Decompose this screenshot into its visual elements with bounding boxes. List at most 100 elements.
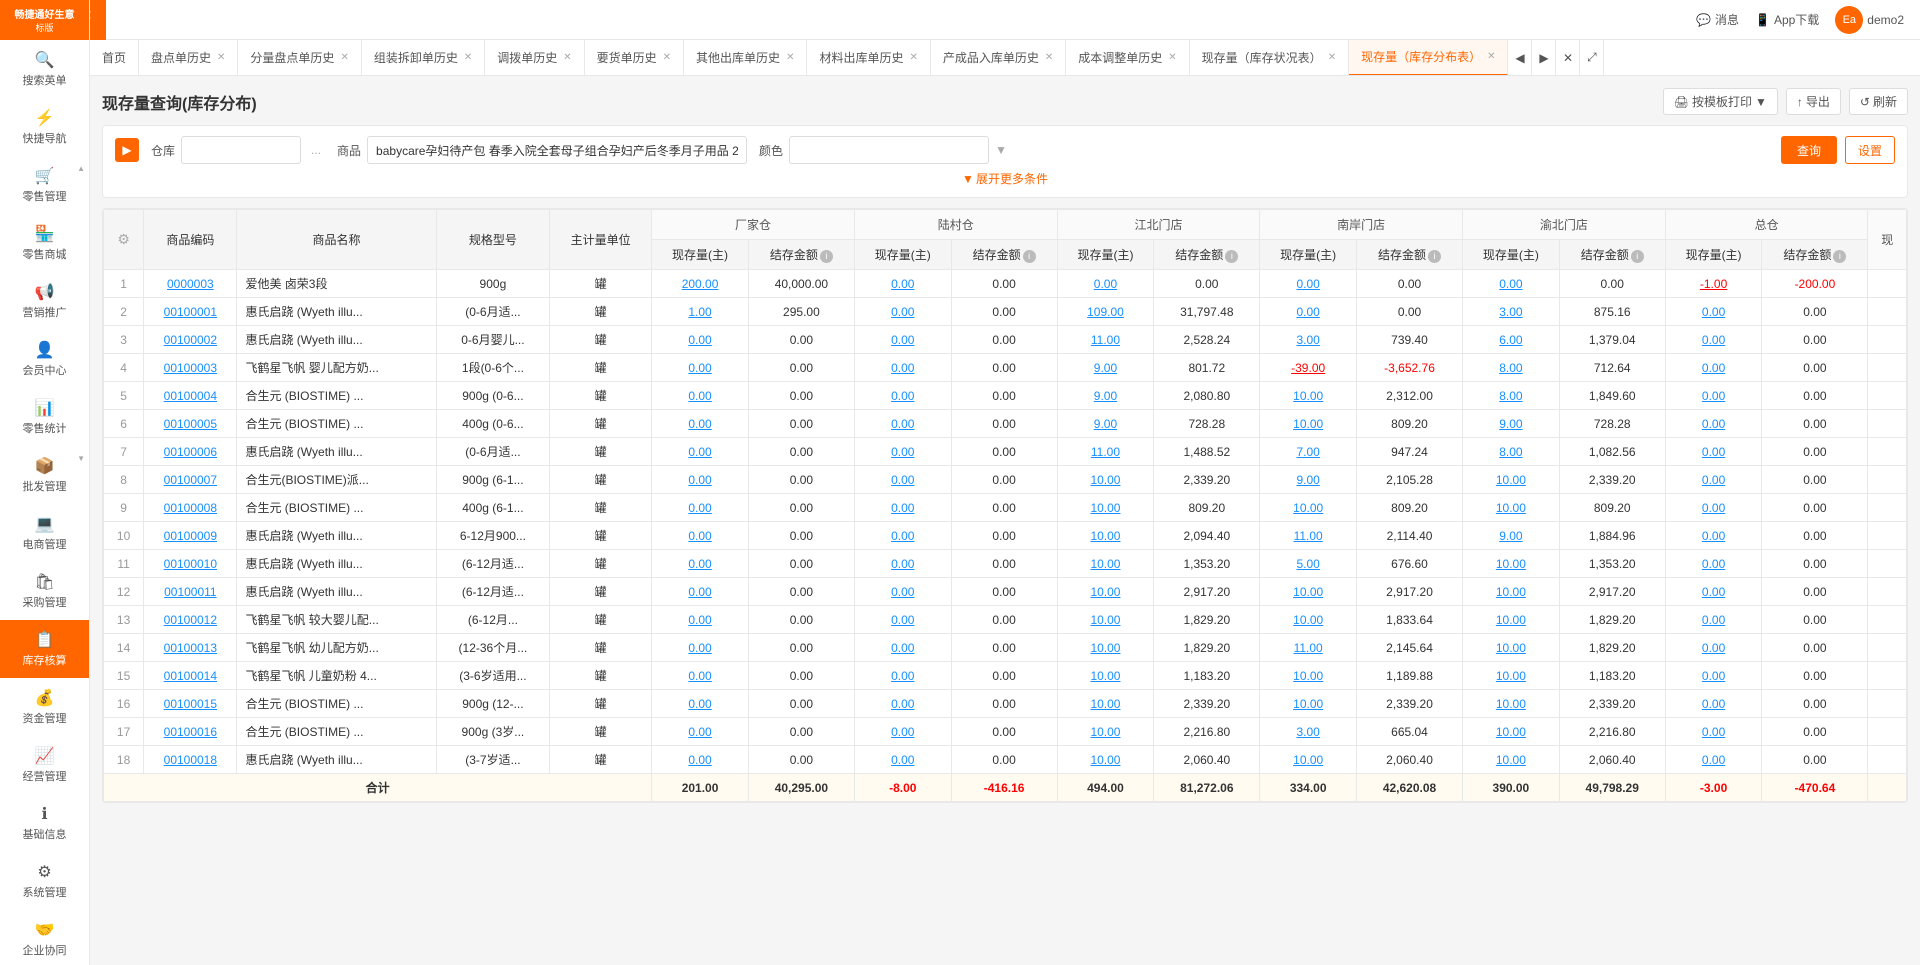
row-cf-qty[interactable]: 0.00 — [652, 354, 749, 382]
settings-btn[interactable]: 设置 — [1845, 136, 1895, 164]
row-code[interactable]: 00100007 — [144, 466, 237, 494]
tab-close-stock-dist[interactable]: ✕ — [1487, 51, 1495, 62]
tab-prev-btn[interactable]: ◀ — [1508, 40, 1532, 76]
row-lc-qty[interactable]: 0.00 — [854, 382, 951, 410]
sidebar-item-basic[interactable]: ℹ 基础信息 — [0, 794, 89, 852]
row-code[interactable]: 00100016 — [144, 718, 237, 746]
row-jb-qty[interactable]: 10.00 — [1057, 662, 1154, 690]
sidebar-item-nav[interactable]: ⚡ 快捷导航 — [0, 98, 89, 156]
tab-close-stock-status[interactable]: ✕ — [1328, 52, 1336, 63]
row-lc-qty[interactable]: 0.00 — [854, 690, 951, 718]
row-code[interactable]: 00100010 — [144, 550, 237, 578]
row-cf-qty[interactable]: 200.00 — [652, 270, 749, 298]
sidebar-item-wholesale[interactable]: 📦 批发管理 ▼ — [0, 446, 89, 504]
tab-assemble[interactable]: 组装拆卸单历史 ✕ — [362, 40, 485, 76]
row-zc-qty[interactable]: 0.00 — [1665, 494, 1762, 522]
product-input[interactable] — [367, 136, 747, 164]
sidebar-item-system[interactable]: ⚙ 系统管理 — [0, 852, 89, 910]
row-cf-qty[interactable]: 0.00 — [652, 550, 749, 578]
row-na-qty[interactable]: 10.00 — [1260, 690, 1357, 718]
row-yb-qty[interactable]: 9.00 — [1463, 522, 1560, 550]
row-cf-qty[interactable]: 0.00 — [652, 634, 749, 662]
row-jb-qty[interactable]: 9.00 — [1057, 410, 1154, 438]
row-na-qty[interactable]: 10.00 — [1260, 662, 1357, 690]
row-cf-qty[interactable]: 0.00 — [652, 466, 749, 494]
row-lc-qty[interactable]: 0.00 — [854, 606, 951, 634]
row-jb-qty[interactable]: 10.00 — [1057, 550, 1154, 578]
sidebar-item-collab[interactable]: 🤝 企业协同 — [0, 910, 89, 965]
row-cf-qty[interactable]: 0.00 — [652, 606, 749, 634]
row-jb-qty[interactable]: 10.00 — [1057, 606, 1154, 634]
tab-close-cost-adjust[interactable]: ✕ — [1168, 52, 1176, 63]
row-yb-qty[interactable]: 10.00 — [1463, 606, 1560, 634]
sidebar-item-finance[interactable]: 💰 资金管理 — [0, 678, 89, 736]
expand-more-btn[interactable]: ▼ 展开更多条件 — [962, 170, 1048, 187]
row-yb-qty[interactable]: 10.00 — [1463, 634, 1560, 662]
row-code[interactable]: 00100006 — [144, 438, 237, 466]
sidebar-item-retail[interactable]: 🛒 零售管理 ▲ — [0, 156, 89, 214]
row-na-qty[interactable]: 10.00 — [1260, 578, 1357, 606]
sidebar-item-marketing[interactable]: 📢 营销推广 — [0, 272, 89, 330]
row-na-qty[interactable]: 10.00 — [1260, 606, 1357, 634]
row-lc-qty[interactable]: 0.00 — [854, 298, 951, 326]
row-na-qty[interactable]: 5.00 — [1260, 550, 1357, 578]
row-lc-qty[interactable]: 0.00 — [854, 494, 951, 522]
row-zc-qty[interactable]: 0.00 — [1665, 606, 1762, 634]
row-yb-qty[interactable]: 8.00 — [1463, 438, 1560, 466]
user-area[interactable]: Ea demo2 — [1835, 6, 1904, 34]
row-jb-qty[interactable]: 0.00 — [1057, 270, 1154, 298]
row-zc-qty[interactable]: 0.00 — [1665, 746, 1762, 774]
row-cf-qty[interactable]: 0.00 — [652, 746, 749, 774]
filter-toggle-btn[interactable]: ▶ — [115, 138, 139, 162]
row-cf-qty[interactable]: 0.00 — [652, 718, 749, 746]
row-lc-qty[interactable]: 0.00 — [854, 354, 951, 382]
sidebar-item-ecommerce[interactable]: 💻 电商管理 — [0, 504, 89, 562]
row-na-qty[interactable]: 9.00 — [1260, 466, 1357, 494]
row-yb-qty[interactable]: 10.00 — [1463, 578, 1560, 606]
row-cf-qty[interactable]: 0.00 — [652, 494, 749, 522]
row-lc-qty[interactable]: 0.00 — [854, 522, 951, 550]
row-cf-qty[interactable]: 0.00 — [652, 578, 749, 606]
refresh-btn[interactable]: ↺ 刷新 — [1849, 88, 1908, 115]
col-gear[interactable]: ⚙ — [104, 210, 144, 270]
row-code[interactable]: 00100008 — [144, 494, 237, 522]
row-zc-qty[interactable]: 0.00 — [1665, 382, 1762, 410]
row-yb-qty[interactable]: 6.00 — [1463, 326, 1560, 354]
row-yb-qty[interactable]: 8.00 — [1463, 354, 1560, 382]
row-yb-qty[interactable]: 8.00 — [1463, 382, 1560, 410]
row-lc-qty[interactable]: 0.00 — [854, 718, 951, 746]
print-btn[interactable]: 🖨 按模板打印 ▼ — [1663, 88, 1778, 115]
row-code[interactable]: 00100012 — [144, 606, 237, 634]
row-yb-qty[interactable]: 10.00 — [1463, 718, 1560, 746]
row-cf-qty[interactable]: 0.00 — [652, 326, 749, 354]
tab-close-requisition[interactable]: ✕ — [663, 52, 671, 63]
tab-stock-status[interactable]: 现存量（库存状况表） ✕ — [1190, 40, 1349, 76]
tab-close-transfer[interactable]: ✕ — [563, 52, 571, 63]
export-btn[interactable]: ↑ 导出 — [1786, 88, 1841, 115]
row-zc-qty[interactable]: 0.00 — [1665, 718, 1762, 746]
sidebar-item-purchase[interactable]: 🛍 采购管理 — [0, 562, 89, 620]
tab-cost-adjust[interactable]: 成本调整单历史 ✕ — [1066, 40, 1189, 76]
row-na-qty[interactable]: 10.00 — [1260, 746, 1357, 774]
row-yb-qty[interactable]: 9.00 — [1463, 410, 1560, 438]
row-yb-qty[interactable]: 10.00 — [1463, 494, 1560, 522]
query-btn[interactable]: 查询 — [1781, 136, 1837, 164]
tab-other-out[interactable]: 其他出库单历史 ✕ — [684, 40, 807, 76]
jb-amt-info-icon[interactable]: i — [1225, 250, 1238, 263]
row-jb-qty[interactable]: 10.00 — [1057, 466, 1154, 494]
row-jb-qty[interactable]: 10.00 — [1057, 494, 1154, 522]
row-jb-qty[interactable]: 9.00 — [1057, 382, 1154, 410]
sidebar-item-retail-stats[interactable]: 📊 零售统计 — [0, 388, 89, 446]
row-na-qty[interactable]: -39.00 — [1260, 354, 1357, 382]
tab-close-sub-inventory[interactable]: ✕ — [340, 52, 348, 63]
tab-close-inventory-check[interactable]: ✕ — [217, 52, 225, 63]
row-yb-qty[interactable]: 10.00 — [1463, 746, 1560, 774]
tab-inventory-check[interactable]: 盘点单历史 ✕ — [139, 40, 238, 76]
row-yb-qty[interactable]: 10.00 — [1463, 466, 1560, 494]
warehouse-input[interactable] — [181, 136, 301, 164]
row-na-qty[interactable]: 10.00 — [1260, 410, 1357, 438]
row-lc-qty[interactable]: 0.00 — [854, 326, 951, 354]
row-code[interactable]: 00100011 — [144, 578, 237, 606]
row-cf-qty[interactable]: 0.00 — [652, 438, 749, 466]
row-zc-qty[interactable]: 0.00 — [1665, 354, 1762, 382]
